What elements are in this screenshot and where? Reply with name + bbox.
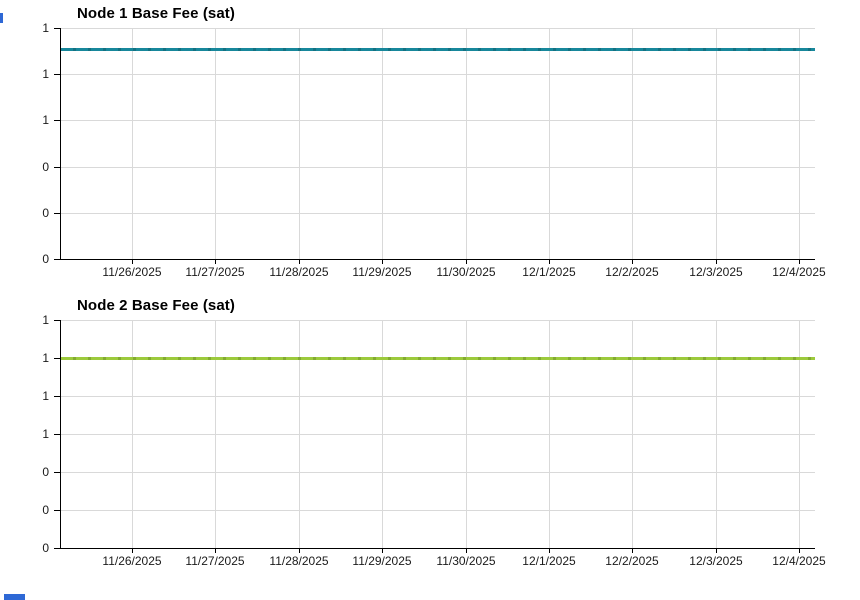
x-tick-label: 12/2/2025 (605, 554, 659, 568)
plot-area-node1: 1 1 1 0 0 0 11/26/2025 11/27/2025 11/28/2025 11/2… (42, 22, 825, 279)
x-tick-label: 11/28/2025 (269, 265, 329, 279)
x-tick-label: 11/29/2025 (352, 265, 412, 279)
x-tick-mark (799, 259, 800, 264)
x-tick-label: 11/26/2025 (102, 265, 162, 279)
x-tick-mark (299, 259, 300, 264)
v-gridline (549, 28, 550, 259)
y-tick-mark (54, 434, 60, 435)
y-tick-mark (54, 28, 60, 29)
x-tick-label: 12/3/2025 (689, 554, 743, 568)
h-gridline (61, 74, 815, 75)
v-gridline (132, 28, 133, 259)
v-gridline (799, 28, 800, 259)
x-tick-mark (132, 259, 133, 264)
x-tick-label: 12/2/2025 (605, 265, 659, 279)
y-tick-label: 1 (42, 21, 49, 35)
x-tick-label: 12/4/2025 (772, 265, 826, 279)
x-tick-label: 11/30/2025 (436, 554, 496, 568)
v-gridline (799, 320, 800, 548)
v-gridline (215, 320, 216, 548)
y-tick-label: 1 (42, 389, 49, 403)
h-gridline (61, 28, 815, 29)
x-tick-label: 12/4/2025 (772, 554, 826, 568)
v-gridline (299, 320, 300, 548)
x-tick-label: 11/28/2025 (269, 554, 329, 568)
y-tick-label: 0 (42, 160, 49, 174)
y-tick-label: 0 (42, 503, 49, 517)
x-tick-label: 12/1/2025 (522, 554, 576, 568)
x-tick-mark (382, 259, 383, 264)
x-tick-label: 11/29/2025 (352, 554, 412, 568)
v-gridline (716, 320, 717, 548)
h-gridline (61, 120, 815, 121)
series-line-node1 (61, 48, 815, 51)
y-tick-label: 0 (42, 465, 49, 479)
y-tick-label: 1 (42, 313, 49, 327)
h-gridline (61, 472, 815, 473)
plot-area-node2: 1 1 1 1 0 0 0 11/26/2025 11/27/2025 11/28/2025 11/… (42, 314, 825, 568)
y-tick-label: 0 (42, 252, 49, 266)
y-tick-mark (54, 320, 60, 321)
x-tick-label: 11/27/2025 (185, 554, 245, 568)
x-tick-mark (716, 548, 717, 553)
x-tick-mark (299, 548, 300, 553)
y-tick-label: 1 (42, 113, 49, 127)
charts-page: Node 1 Base Fee (sat) 1 1 1 0 0 0 11/26/2025 11… (0, 0, 860, 600)
h-gridline (61, 510, 815, 511)
x-tick-label: 11/26/2025 (102, 554, 162, 568)
y-tick-label: 1 (42, 427, 49, 441)
v-gridline (382, 28, 383, 259)
y-tick-mark (54, 358, 60, 359)
y-tick-mark (54, 548, 60, 549)
x-tick-mark (549, 548, 550, 553)
y-tick-mark (54, 74, 60, 75)
y-tick-label: 0 (42, 206, 49, 220)
chart-title-node2: Node 2 Base Fee (sat) (77, 297, 235, 314)
v-gridline (466, 320, 467, 548)
y-tick-label: 1 (42, 351, 49, 365)
y-tick-mark (54, 167, 60, 168)
blue-artifact-bottom-left (4, 594, 25, 600)
h-gridline (61, 320, 815, 321)
x-tick-mark (132, 548, 133, 553)
x-tick-mark (716, 259, 717, 264)
x-tick-mark (215, 259, 216, 264)
x-tick-label: 12/1/2025 (522, 265, 576, 279)
h-gridline (61, 396, 815, 397)
x-tick-mark (466, 259, 467, 264)
blue-artifact-top-left (0, 13, 3, 23)
y-tick-label: 1 (42, 67, 49, 81)
v-gridline (466, 28, 467, 259)
x-tick-mark (382, 548, 383, 553)
x-tick-label: 12/3/2025 (689, 265, 743, 279)
v-gridline (132, 320, 133, 548)
v-gridline (299, 28, 300, 259)
y-tick-mark (54, 120, 60, 121)
v-gridline (549, 320, 550, 548)
v-gridline (215, 28, 216, 259)
h-gridline (61, 434, 815, 435)
y-tick-mark (54, 213, 60, 214)
x-tick-mark (549, 259, 550, 264)
v-gridline (632, 320, 633, 548)
x-tick-label: 11/30/2025 (436, 265, 496, 279)
y-tick-mark (54, 259, 60, 260)
series-line-node2 (61, 357, 815, 360)
chart-title-node1: Node 1 Base Fee (sat) (77, 5, 235, 22)
x-tick-mark (215, 548, 216, 553)
y-tick-mark (54, 510, 60, 511)
h-gridline (61, 167, 815, 168)
x-tick-mark (632, 548, 633, 553)
y-tick-mark (54, 396, 60, 397)
x-tick-mark (466, 548, 467, 553)
x-tick-mark (799, 548, 800, 553)
x-tick-mark (632, 259, 633, 264)
x-tick-label: 11/27/2025 (185, 265, 245, 279)
y-tick-mark (54, 472, 60, 473)
v-gridline (716, 28, 717, 259)
v-gridline (382, 320, 383, 548)
v-gridline (632, 28, 633, 259)
y-tick-label: 0 (42, 541, 49, 555)
h-gridline (61, 213, 815, 214)
